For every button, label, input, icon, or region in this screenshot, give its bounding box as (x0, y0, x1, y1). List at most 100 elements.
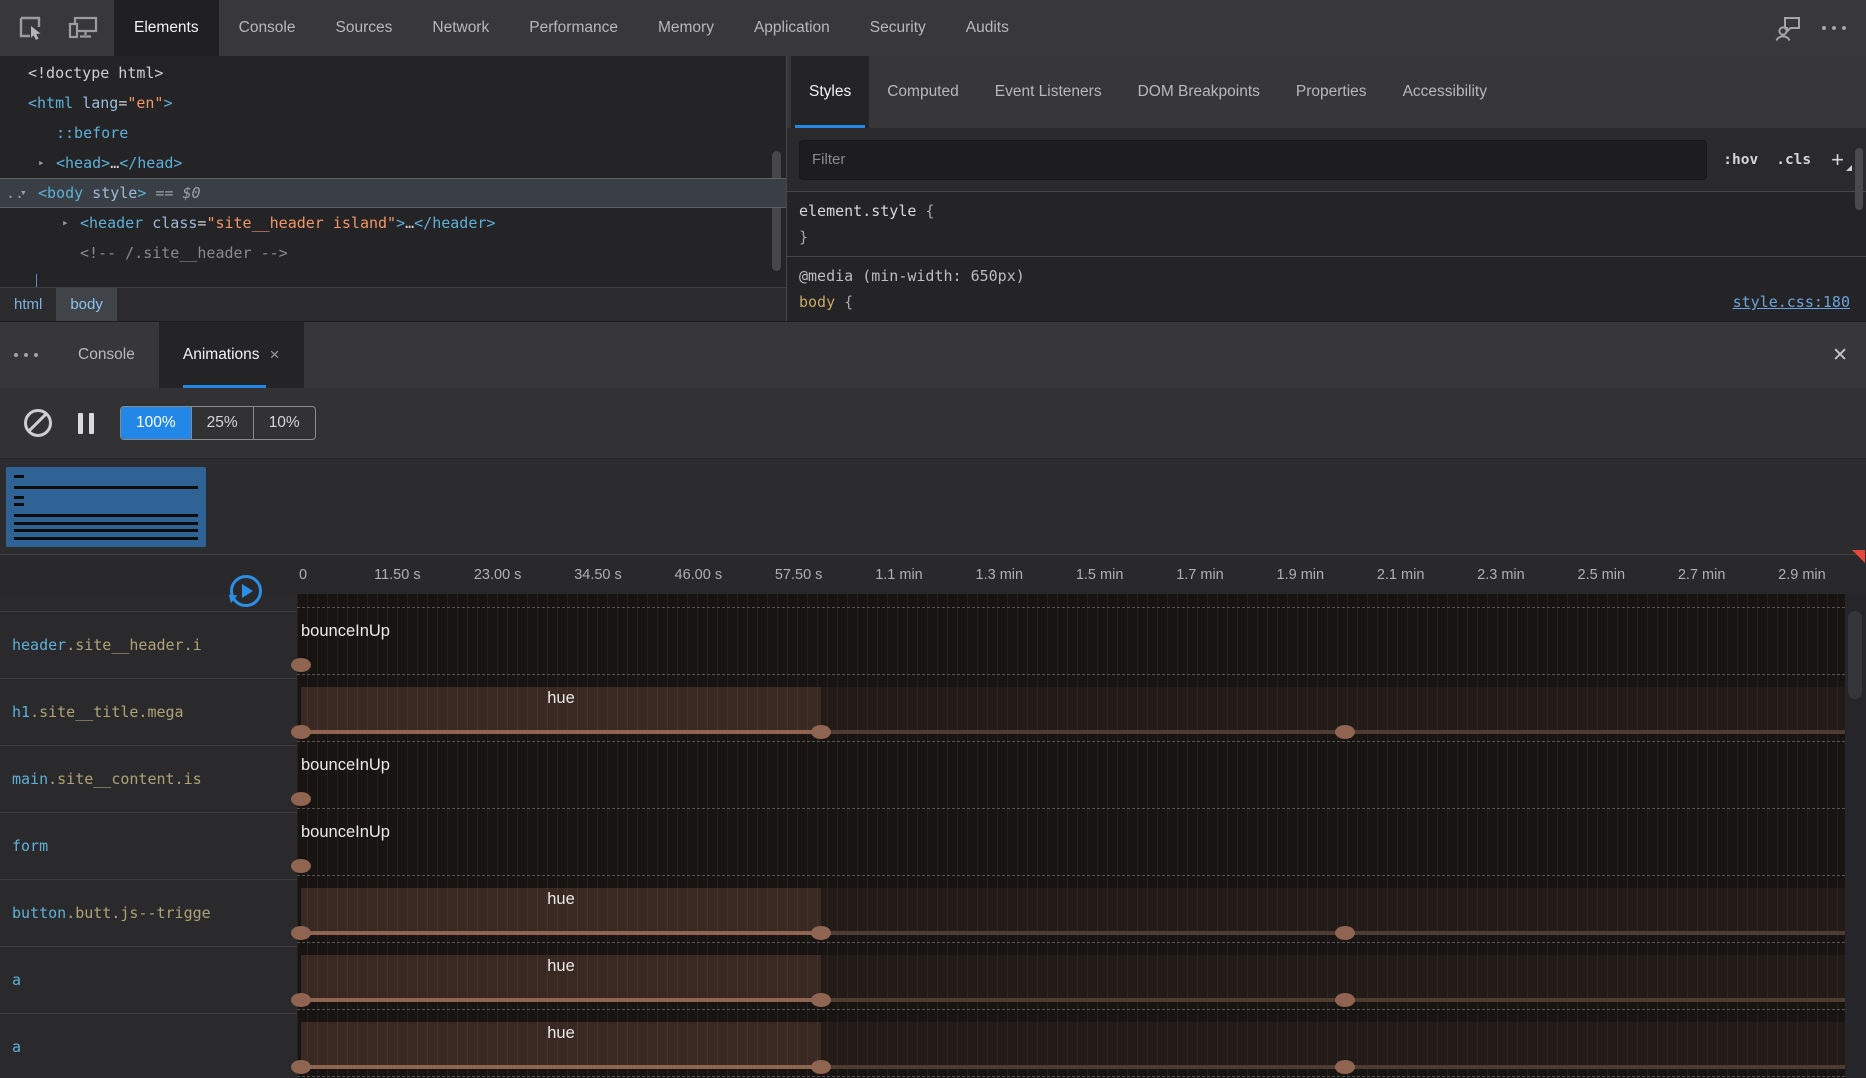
keyframe-point[interactable] (1335, 725, 1355, 739)
animation-duration-bar (301, 998, 821, 1002)
expand-arrow-icon[interactable]: ▸ (38, 148, 45, 178)
styles-scrollbar[interactable] (1855, 148, 1863, 210)
tab-elements[interactable]: Elements (114, 0, 219, 56)
tab-application[interactable]: Application (734, 0, 850, 56)
tab-dom-breakpoints[interactable]: DOM Breakpoints (1120, 56, 1278, 128)
animation-track-hue: hue (297, 1013, 1845, 1078)
drawer-tab-console[interactable]: Console (54, 322, 159, 388)
dom-node-line[interactable]: ▸<header class="site__header island">…</… (0, 208, 786, 238)
stylesheet-source-link[interactable]: style.css:180 (1733, 289, 1850, 315)
keyframe-point[interactable] (811, 993, 831, 1007)
playback-rate-100[interactable]: 100% (121, 407, 191, 439)
dom-token-plain: … (405, 214, 414, 232)
device-toolbar-icon[interactable] (66, 11, 100, 45)
timeline-tick-label: 46.00 s (675, 567, 723, 583)
keyframe-point[interactable] (291, 658, 311, 672)
row-divider-dashed (297, 741, 1845, 742)
toggle-element-classes-button[interactable]: .cls (1774, 148, 1813, 172)
tab-security[interactable]: Security (850, 0, 946, 56)
timeline-tick-label: 1.1 min (875, 567, 923, 583)
timeline-tick-label: 2.1 min (1377, 567, 1425, 583)
keyframe-point[interactable] (1335, 1060, 1355, 1074)
timeline-scrubber[interactable] (1852, 550, 1865, 563)
dom-token-comment: <!-- /.site__header --> (80, 244, 288, 262)
dom-token-plain: … (110, 154, 119, 172)
clear-all-icon[interactable] (24, 409, 52, 437)
animation-node-button[interactable]: button.butt.js--trigge (0, 879, 297, 946)
replay-timeline-icon[interactable] (230, 575, 262, 607)
dom-token-attr: lang (73, 94, 118, 112)
element-style-rule[interactable]: element.style { (787, 198, 1866, 224)
body-rule[interactable]: body { style.css:180 (787, 289, 1866, 315)
dom-node-line[interactable]: ▸<head>…</head> (0, 148, 786, 178)
keyframe-point[interactable] (1335, 993, 1355, 1007)
dom-node-line[interactable]: ..▾<body style> == $0 (0, 178, 786, 208)
tab-computed[interactable]: Computed (869, 56, 977, 128)
animation-duration-bar (821, 1022, 1845, 1067)
tab-console[interactable]: Console (219, 0, 316, 56)
keyframe-point[interactable] (291, 1060, 311, 1074)
tab-memory[interactable]: Memory (638, 0, 734, 56)
pause-all-icon[interactable] (78, 413, 94, 434)
tab-close-icon[interactable]: × (270, 345, 280, 365)
animation-duration-bar (821, 931, 1845, 935)
animation-node-header[interactable]: header.site__header.i (0, 611, 297, 678)
keyframe-point[interactable] (291, 859, 311, 873)
keyframe-point[interactable] (291, 792, 311, 806)
tab-styles[interactable]: Styles (791, 56, 869, 128)
animation-group-thumbnail[interactable] (6, 467, 206, 547)
node-classes: .butt.js--trigge (66, 904, 211, 922)
dom-node-line[interactable]: <!-- /.site__header --> (0, 238, 786, 268)
drawer-close-icon[interactable]: ✕ (1832, 322, 1848, 388)
node-tag: button (12, 904, 66, 922)
animation-node-h1[interactable]: h1.site__title.mega (0, 678, 297, 745)
styles-filter-input[interactable] (799, 140, 1707, 180)
playback-rate-25[interactable]: 25% (191, 407, 253, 439)
expand-arrow-icon[interactable]: ▸ (62, 208, 69, 238)
node-tag: form (12, 837, 48, 855)
dom-token-tag: <html (28, 94, 73, 112)
dom-node-line[interactable]: <!doctype html> (0, 58, 786, 88)
inspect-cursor-icon[interactable] (14, 11, 48, 45)
user-feedback-icon[interactable] (1772, 11, 1806, 45)
keyframe-point[interactable] (811, 926, 831, 940)
dom-token-tag: <head> (56, 154, 110, 172)
drawer-tab-animations[interactable]: Animations× (159, 322, 304, 388)
timeline-tick-label: 11.50 s (374, 567, 421, 583)
timeline-scrollbar-thumb[interactable] (1848, 611, 1862, 699)
styles-filter-row: :hov .cls + (787, 128, 1866, 192)
timeline-tick-label: 23.00 s (474, 567, 522, 583)
tab-event-listeners[interactable]: Event Listeners (977, 56, 1120, 128)
tab-accessibility[interactable]: Accessibility (1385, 56, 1505, 128)
keyframe-point[interactable] (291, 725, 311, 739)
dom-node-line[interactable]: <html lang="en"> (0, 88, 786, 118)
toggle-hover-state-button[interactable]: :hov (1721, 148, 1760, 172)
tab-network[interactable]: Network (412, 0, 509, 56)
more-menu-icon[interactable] (1816, 20, 1852, 36)
animation-node-form[interactable]: form (0, 812, 297, 879)
keyframe-point[interactable] (811, 1060, 831, 1074)
dom-node-line[interactable]: ::before (0, 118, 786, 148)
timeline-header: 011.50 s23.00 s34.50 s46.00 s57.50 s1.1 … (0, 554, 1866, 595)
breadcrumb-body[interactable]: body (56, 288, 117, 321)
animation-node-a[interactable]: a (0, 946, 297, 1013)
timeline-tick-label: 0 (299, 567, 307, 583)
keyframe-point[interactable] (291, 926, 311, 940)
drawer-more-menu-icon[interactable] (0, 322, 54, 388)
animation-node-a[interactable]: a (0, 1013, 297, 1078)
keyframe-point[interactable] (291, 993, 311, 1007)
top-bar-right-group (1772, 0, 1866, 56)
keyframe-point[interactable] (811, 725, 831, 739)
expand-arrow-open-icon[interactable]: ▾ (20, 179, 27, 207)
playback-rate-10[interactable]: 10% (253, 407, 315, 439)
tab-properties[interactable]: Properties (1278, 56, 1385, 128)
animation-duration-bar (821, 888, 1845, 933)
tab-audits[interactable]: Audits (946, 0, 1029, 56)
tab-performance[interactable]: Performance (509, 0, 638, 56)
drawer: ConsoleAnimations× ✕ 100%25%10% 0 11.50 s… (0, 321, 1866, 1078)
animation-node-main[interactable]: main.site__content.is (0, 745, 297, 812)
new-style-rule-button[interactable]: + (1827, 147, 1854, 173)
keyframe-point[interactable] (1335, 926, 1355, 940)
tab-sources[interactable]: Sources (316, 0, 413, 56)
breadcrumb-html[interactable]: html (0, 288, 56, 321)
